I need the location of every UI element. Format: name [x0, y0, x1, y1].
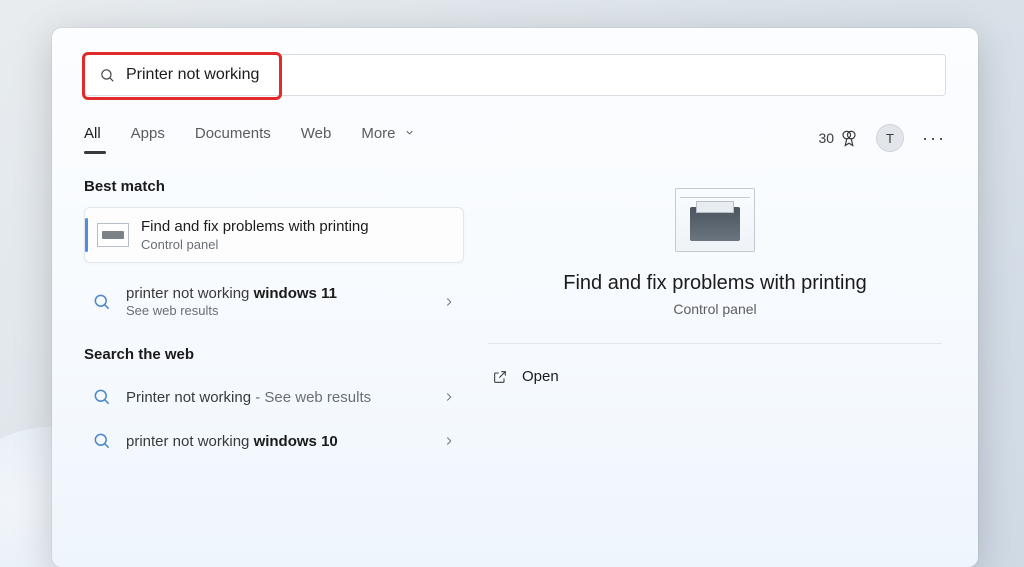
- suggestion-text: printer not working windows 10: [126, 433, 442, 450]
- account-avatar[interactable]: T: [876, 124, 904, 152]
- results-column: Best match Find and fix problems with pr…: [84, 178, 464, 463]
- open-action[interactable]: Open: [484, 362, 946, 391]
- more-options-button[interactable]: ···: [922, 128, 946, 149]
- tab-web[interactable]: Web: [301, 125, 332, 152]
- chevron-down-icon: [404, 127, 415, 138]
- suggestion-subtext: See web results: [126, 303, 442, 318]
- tab-all[interactable]: All: [84, 125, 101, 152]
- web-suggestion-windows11[interactable]: printer not working windows 11 See web r…: [84, 273, 464, 330]
- search-web-heading: Search the web: [84, 346, 464, 363]
- best-match-title: Find and fix problems with printing: [141, 218, 369, 235]
- divider: [488, 343, 942, 344]
- tab-apps[interactable]: Apps: [131, 125, 165, 152]
- rewards-count: 30: [818, 130, 834, 146]
- web-result-generic[interactable]: Printer not working - See web results: [84, 375, 464, 419]
- suggestion-text: printer not working windows 11: [126, 285, 442, 302]
- open-label: Open: [522, 368, 559, 385]
- chevron-right-icon: [442, 434, 456, 448]
- best-match-subtitle: Control panel: [141, 237, 369, 252]
- tabs-row: All Apps Documents Web More 30 T ···: [84, 120, 946, 156]
- detail-title: Find and fix problems with printing: [484, 272, 946, 295]
- best-match-result[interactable]: Find and fix problems with printing Cont…: [84, 207, 464, 263]
- tab-more[interactable]: More: [361, 125, 414, 152]
- detail-subtitle: Control panel: [484, 301, 946, 317]
- printer-large-icon: [675, 188, 755, 252]
- open-external-icon: [492, 369, 508, 385]
- search-icon: [99, 67, 116, 84]
- search-icon: [92, 387, 112, 407]
- search-input[interactable]: [126, 66, 931, 84]
- printer-thumbnail-icon: [97, 223, 129, 247]
- chevron-right-icon: [442, 390, 456, 404]
- web-result-windows10[interactable]: printer not working windows 10: [84, 419, 464, 463]
- best-match-heading: Best match: [84, 178, 464, 195]
- chevron-right-icon: [442, 295, 456, 309]
- tab-documents[interactable]: Documents: [195, 125, 271, 152]
- search-panel: All Apps Documents Web More 30 T ··· Bes…: [52, 28, 978, 567]
- search-icon: [92, 292, 112, 312]
- suggestion-text: Printer not working - See web results: [126, 389, 442, 406]
- rewards-button[interactable]: 30: [818, 129, 858, 147]
- search-box[interactable]: [84, 54, 946, 96]
- rewards-icon: [840, 129, 858, 147]
- detail-pane: Find and fix problems with printing Cont…: [484, 178, 946, 463]
- search-icon: [92, 431, 112, 451]
